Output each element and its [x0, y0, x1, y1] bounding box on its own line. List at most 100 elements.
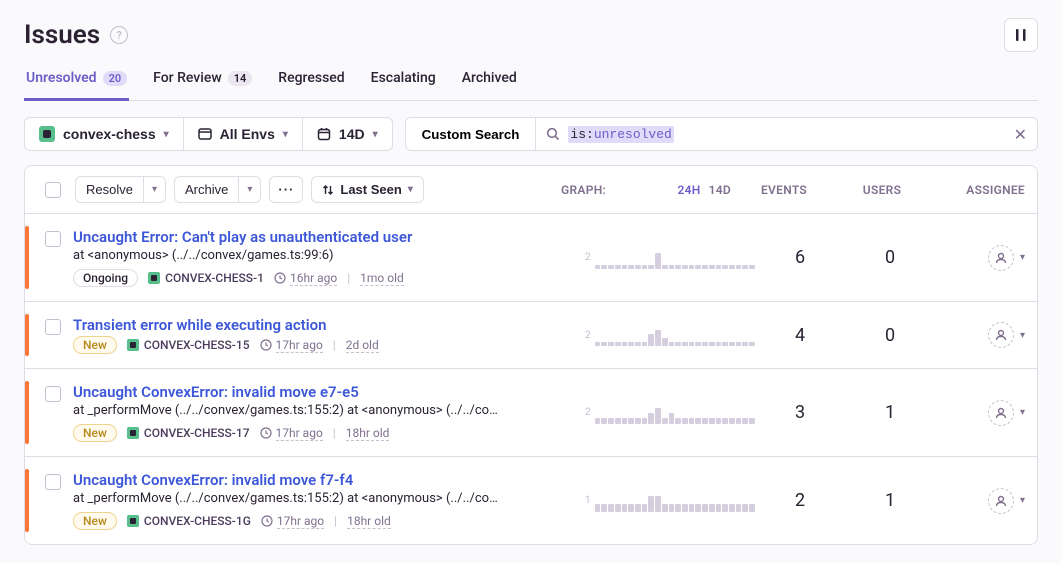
issue-title-link[interactable]: Uncaught ConvexError: invalid move f7-f4 — [73, 471, 353, 489]
archive-button[interactable]: Archive — [174, 176, 238, 203]
issue-location: at _performMove (../../convex/games.ts:1… — [73, 403, 585, 418]
issue-row: Uncaught ConvexError: invalid move e7-e5… — [25, 369, 1037, 457]
status-pill: New — [73, 424, 117, 442]
users-count[interactable]: 0 — [845, 247, 935, 268]
assignee-picker[interactable]: ▾ — [935, 488, 1025, 514]
archive-dropdown[interactable]: ▾ — [238, 176, 261, 203]
issue-short-id[interactable]: CONVEX-CHESS-15 — [127, 338, 250, 352]
users-count[interactable]: 1 — [845, 490, 935, 511]
chevron-down-icon: ▾ — [283, 129, 288, 140]
unassigned-icon[interactable] — [988, 400, 1014, 426]
custom-search-button[interactable]: Custom Search — [405, 117, 537, 151]
bars-icon — [1014, 28, 1028, 42]
issues-panel: Resolve ▾ Archive ▾ ··· L — [24, 165, 1038, 545]
stats-button[interactable] — [1004, 18, 1038, 52]
tab-for-review[interactable]: For Review14 — [151, 70, 254, 101]
chevron-down-icon: ▾ — [164, 129, 169, 140]
unassigned-icon[interactable] — [988, 322, 1014, 348]
issue-title-link[interactable]: Transient error while executing action — [73, 316, 326, 334]
tab-archived[interactable]: Archived — [460, 70, 519, 101]
unassigned-icon[interactable] — [988, 245, 1014, 271]
page-title: Issues — [24, 20, 100, 50]
issue-short-id[interactable]: CONVEX-CHESS-1G — [127, 514, 251, 528]
clock-icon — [260, 339, 272, 351]
graph-sparkline: 2 — [585, 247, 755, 269]
help-icon[interactable]: ? — [110, 26, 128, 44]
sort-button[interactable]: Last Seen ▾ — [311, 176, 423, 203]
list-header: Resolve ▾ Archive ▾ ··· L — [25, 166, 1037, 214]
issue-checkbox[interactable] — [45, 386, 61, 402]
window-icon — [198, 127, 212, 141]
clock-icon — [260, 427, 272, 439]
issue-meta: NewCONVEX-CHESS-1G17hr ago|18hr old — [73, 512, 585, 530]
tab-label: Archived — [462, 70, 517, 86]
env-filter-label: All Envs — [220, 126, 275, 142]
issue-checkbox[interactable] — [45, 474, 61, 490]
search-icon — [546, 127, 560, 141]
events-header: EVENTS — [739, 183, 829, 197]
project-filter[interactable]: convex-chess ▾ — [25, 118, 183, 150]
graph-24h-toggle[interactable]: 24h — [677, 183, 700, 197]
tab-label: Unresolved — [26, 70, 97, 86]
project-icon — [127, 515, 139, 527]
project-filter-label: convex-chess — [63, 126, 156, 142]
time-filter[interactable]: 14D ▾ — [302, 118, 392, 150]
issue-main: Uncaught Error: Can't play as unauthenti… — [73, 228, 585, 287]
tab-unresolved[interactable]: Unresolved 20 — [24, 70, 129, 101]
search-input[interactable]: is:unresolved ✕ — [536, 117, 1038, 151]
assignee-picker[interactable]: ▾ — [935, 400, 1025, 426]
assignee-picker[interactable]: ▾ — [935, 322, 1025, 348]
calendar-icon — [317, 127, 331, 141]
issue-main: Uncaught ConvexError: invalid move f7-f4… — [73, 471, 585, 530]
issue-short-id[interactable]: CONVEX-CHESS-1 — [148, 271, 264, 285]
issue-title-link[interactable]: Uncaught ConvexError: invalid move e7-e5 — [73, 383, 359, 401]
issue-age: 18hr old — [347, 514, 391, 529]
issue-short-id[interactable]: CONVEX-CHESS-17 — [127, 426, 250, 440]
filters-row: convex-chess ▾ All Envs ▾ 14D — [24, 117, 1038, 151]
issue-row: Uncaught Error: Can't play as unauthenti… — [25, 214, 1037, 302]
graph-sparkline: 2 — [585, 324, 755, 346]
more-actions-button[interactable]: ··· — [269, 176, 303, 203]
issue-meta: New CONVEX-CHESS-15 17hr ago | 2d old — [73, 336, 585, 354]
tab-regressed[interactable]: Regressed — [276, 70, 346, 101]
search-token[interactable]: is:unresolved — [568, 126, 673, 143]
graph-14d-toggle[interactable]: 14d — [709, 183, 731, 197]
issue-checkbox[interactable] — [45, 319, 61, 335]
issue-age: 18hr old — [346, 426, 390, 441]
issue-checkbox[interactable] — [45, 231, 61, 247]
events-count[interactable]: 3 — [755, 402, 845, 423]
issue-main: Transient error while executing action Ne… — [73, 316, 585, 354]
clock-icon — [261, 515, 273, 527]
users-count[interactable]: 0 — [845, 325, 935, 346]
resolve-dropdown[interactable]: ▾ — [143, 176, 166, 203]
last-seen: 17hr ago — [260, 338, 323, 353]
issue-age: 1mo old — [360, 271, 404, 286]
tab-label: Escalating — [371, 70, 436, 86]
tab-label: Regressed — [278, 70, 344, 86]
assignee-picker[interactable]: ▾ — [935, 245, 1025, 271]
events-count[interactable]: 6 — [755, 247, 845, 268]
issue-location: at <anonymous> (../../convex/games.ts:99… — [73, 248, 585, 263]
events-count[interactable]: 4 — [755, 325, 845, 346]
env-filter[interactable]: All Envs ▾ — [183, 118, 302, 150]
issue-age: 2d old — [346, 338, 379, 353]
clock-icon — [274, 272, 286, 284]
issue-row: Uncaught ConvexError: invalid move f7-f4… — [25, 457, 1037, 544]
chevron-down-icon: ▾ — [408, 184, 413, 195]
resolve-button[interactable]: Resolve — [75, 176, 143, 203]
sort-icon — [322, 184, 334, 196]
tab-bar: Unresolved 20 For Review14 Regressed Escalat… — [24, 70, 1038, 101]
select-all-checkbox[interactable] — [45, 182, 61, 198]
clear-search-icon[interactable]: ✕ — [1014, 125, 1027, 144]
tab-count-badge: 20 — [103, 71, 128, 86]
issue-title-link[interactable]: Uncaught Error: Can't play as unauthenti… — [73, 228, 412, 246]
meta-separator: | — [333, 338, 336, 352]
tab-escalating[interactable]: Escalating — [369, 70, 438, 101]
chevron-down-icon: ▾ — [1020, 330, 1025, 341]
users-count[interactable]: 1 — [845, 402, 935, 423]
unassigned-icon[interactable] — [988, 488, 1014, 514]
issue-row: Transient error while executing action Ne… — [25, 302, 1037, 369]
events-count[interactable]: 2 — [755, 490, 845, 511]
custom-search-label: Custom Search — [422, 127, 520, 142]
status-pill: New — [73, 336, 117, 354]
